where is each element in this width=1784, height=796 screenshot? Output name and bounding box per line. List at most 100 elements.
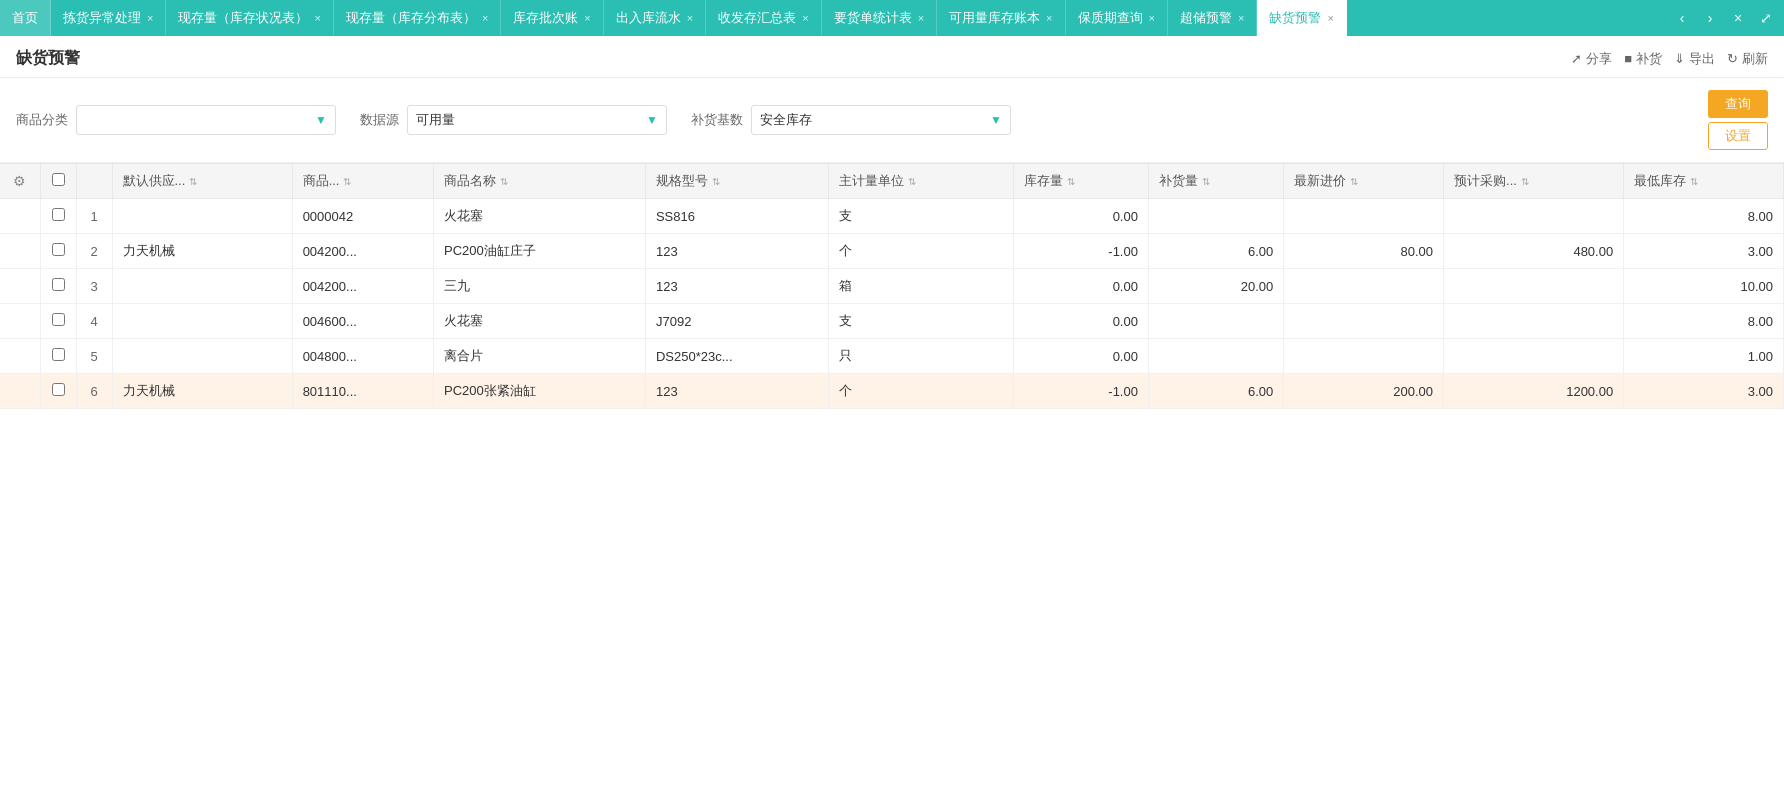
nav-tab-stock2[interactable]: 现存量（库存分布表） × <box>334 0 501 36</box>
close-icon[interactable]: × <box>687 12 693 24</box>
replenish-qty-header[interactable]: 补货量 ⇅ <box>1148 164 1283 199</box>
row-checkbox[interactable] <box>52 383 65 396</box>
checkbox-cell[interactable] <box>40 304 76 339</box>
sort-icon: ⇅ <box>1350 176 1358 187</box>
category-label: 商品分类 <box>16 111 68 129</box>
table-row[interactable]: 1 0000042 火花塞 SS816 支 0.00 8.00 <box>0 199 1784 234</box>
replenish-qty-cell <box>1148 199 1283 234</box>
min-stock-cell: 8.00 <box>1624 304 1784 339</box>
unit-cell: 个 <box>829 234 1013 269</box>
spec-cell: J7092 <box>645 304 828 339</box>
product-name-cell: 三九 <box>434 269 646 304</box>
row-number-cell: 3 <box>76 269 112 304</box>
nav-expand-button[interactable]: ⤢ <box>1752 4 1780 32</box>
table-container: ⚙ 默认供应... ⇅ 商品... <box>0 163 1784 409</box>
product-code-cell: 004600... <box>292 304 433 339</box>
nav-tab-shortage[interactable]: 缺货预警 × <box>1257 0 1346 36</box>
table-header-row: ⚙ 默认供应... ⇅ 商品... <box>0 164 1784 199</box>
supplier-cell: 力天机械 <box>112 374 292 409</box>
estimated-purchase-header[interactable]: 预计采购... ⇅ <box>1444 164 1624 199</box>
chevron-down-icon: ▼ <box>646 113 658 127</box>
nav-next-button[interactable]: › <box>1696 4 1724 32</box>
filter-bar: 商品分类 ▼ 数据源 可用量 ▼ 补货基数 安全库存 ▼ 查询 设置 <box>0 78 1784 163</box>
checkbox-cell[interactable] <box>40 339 76 374</box>
stock-qty-cell: -1.00 <box>1013 374 1148 409</box>
sort-icon: ⇅ <box>1690 176 1698 187</box>
row-checkbox[interactable] <box>52 278 65 291</box>
gear-column-header[interactable]: ⚙ <box>0 164 40 199</box>
nav-tab-stock1[interactable]: 现存量（库存状况表） × <box>166 0 333 36</box>
replenish-button[interactable]: ■ 补货 <box>1624 50 1662 68</box>
nav-tab-expiry[interactable]: 保质期查询 × <box>1066 0 1168 36</box>
product-code-header[interactable]: 商品... ⇅ <box>292 164 433 199</box>
nav-tab-flow[interactable]: 出入库流水 × <box>604 0 706 36</box>
stock-qty-header[interactable]: 库存量 ⇅ <box>1013 164 1148 199</box>
replenish-base-select[interactable]: 安全库存 ▼ <box>751 105 1011 135</box>
nav-tab-overstock[interactable]: 超储预警 × <box>1168 0 1257 36</box>
nav-prev-button[interactable]: ‹ <box>1668 4 1696 32</box>
category-select[interactable]: ▼ <box>76 105 336 135</box>
table-row[interactable]: 3 004200... 三九 123 箱 0.00 20.00 10.00 <box>0 269 1784 304</box>
checkbox-cell[interactable] <box>40 374 76 409</box>
settings-button[interactable]: 设置 <box>1708 122 1768 150</box>
close-icon[interactable]: × <box>918 12 924 24</box>
nav-tab-picking[interactable]: 拣货异常处理 × <box>51 0 166 36</box>
checkbox-cell[interactable] <box>40 234 76 269</box>
row-checkbox[interactable] <box>52 348 65 361</box>
table-row[interactable]: 2 力天机械 004200... PC200油缸庄子 123 个 -1.00 6… <box>0 234 1784 269</box>
nav-tab-available[interactable]: 可用量库存账本 × <box>937 0 1065 36</box>
supplier-header[interactable]: 默认供应... ⇅ <box>112 164 292 199</box>
product-name-cell: PC200张紧油缸 <box>434 374 646 409</box>
table-row[interactable]: 6 力天机械 801110... PC200张紧油缸 123 个 -1.00 6… <box>0 374 1784 409</box>
table-row[interactable]: 5 004800... 离合片 DS250*23c... 只 0.00 1.00 <box>0 339 1784 374</box>
checkbox-column-header[interactable] <box>40 164 76 199</box>
refresh-button[interactable]: ↻ 刷新 <box>1727 50 1768 68</box>
datasource-select[interactable]: 可用量 ▼ <box>407 105 667 135</box>
stock-qty-cell: -1.00 <box>1013 234 1148 269</box>
refresh-icon: ↻ <box>1727 51 1738 66</box>
min-stock-header[interactable]: 最低库存 ⇅ <box>1624 164 1784 199</box>
checkbox-cell[interactable] <box>40 269 76 304</box>
nav-tab-summary[interactable]: 收发存汇总表 × <box>706 0 821 36</box>
checkbox-cell[interactable] <box>40 199 76 234</box>
row-checkbox[interactable] <box>52 243 65 256</box>
replenish-icon: ■ <box>1624 51 1632 66</box>
share-icon: ➚ <box>1571 51 1582 66</box>
unit-cell: 只 <box>829 339 1013 374</box>
gear-icon[interactable]: ⚙ <box>13 173 26 189</box>
close-icon[interactable]: × <box>1238 12 1244 24</box>
close-icon[interactable]: × <box>1327 12 1333 24</box>
gear-cell <box>0 199 40 234</box>
close-icon[interactable]: × <box>1149 12 1155 24</box>
close-icon[interactable]: × <box>584 12 590 24</box>
close-icon[interactable]: × <box>147 12 153 24</box>
select-all-checkbox[interactable] <box>52 173 65 186</box>
query-button[interactable]: 查询 <box>1708 90 1768 118</box>
share-button[interactable]: ➚ 分享 <box>1571 50 1612 68</box>
row-num-header <box>76 164 112 199</box>
row-checkbox[interactable] <box>52 313 65 326</box>
latest-price-header[interactable]: 最新进价 ⇅ <box>1284 164 1444 199</box>
unit-cell: 箱 <box>829 269 1013 304</box>
row-checkbox[interactable] <box>52 208 65 221</box>
nav-tab-home[interactable]: 首页 <box>0 0 51 36</box>
export-button[interactable]: ⇓ 导出 <box>1674 50 1715 68</box>
close-icon[interactable]: × <box>482 12 488 24</box>
spec-header[interactable]: 规格型号 ⇅ <box>645 164 828 199</box>
sort-icon: ⇅ <box>1521 176 1529 187</box>
nav-tab-order[interactable]: 要货单统计表 × <box>822 0 937 36</box>
product-name-header[interactable]: 商品名称 ⇅ <box>434 164 646 199</box>
estimated-purchase-cell <box>1444 339 1624 374</box>
close-icon[interactable]: × <box>802 12 808 24</box>
export-icon: ⇓ <box>1674 51 1685 66</box>
unit-header[interactable]: 主计量单位 ⇅ <box>829 164 1013 199</box>
table-row[interactable]: 4 004600... 火花塞 J7092 支 0.00 8.00 <box>0 304 1784 339</box>
close-icon[interactable]: × <box>1046 12 1052 24</box>
close-icon[interactable]: × <box>314 12 320 24</box>
nav-tab-batch[interactable]: 库存批次账 × <box>501 0 603 36</box>
min-stock-cell: 10.00 <box>1624 269 1784 304</box>
spec-cell: DS250*23c... <box>645 339 828 374</box>
header-actions: ➚ 分享 ■ 补货 ⇓ 导出 ↻ 刷新 <box>1571 50 1768 68</box>
nav-close-button[interactable]: × <box>1724 4 1752 32</box>
supplier-cell <box>112 339 292 374</box>
